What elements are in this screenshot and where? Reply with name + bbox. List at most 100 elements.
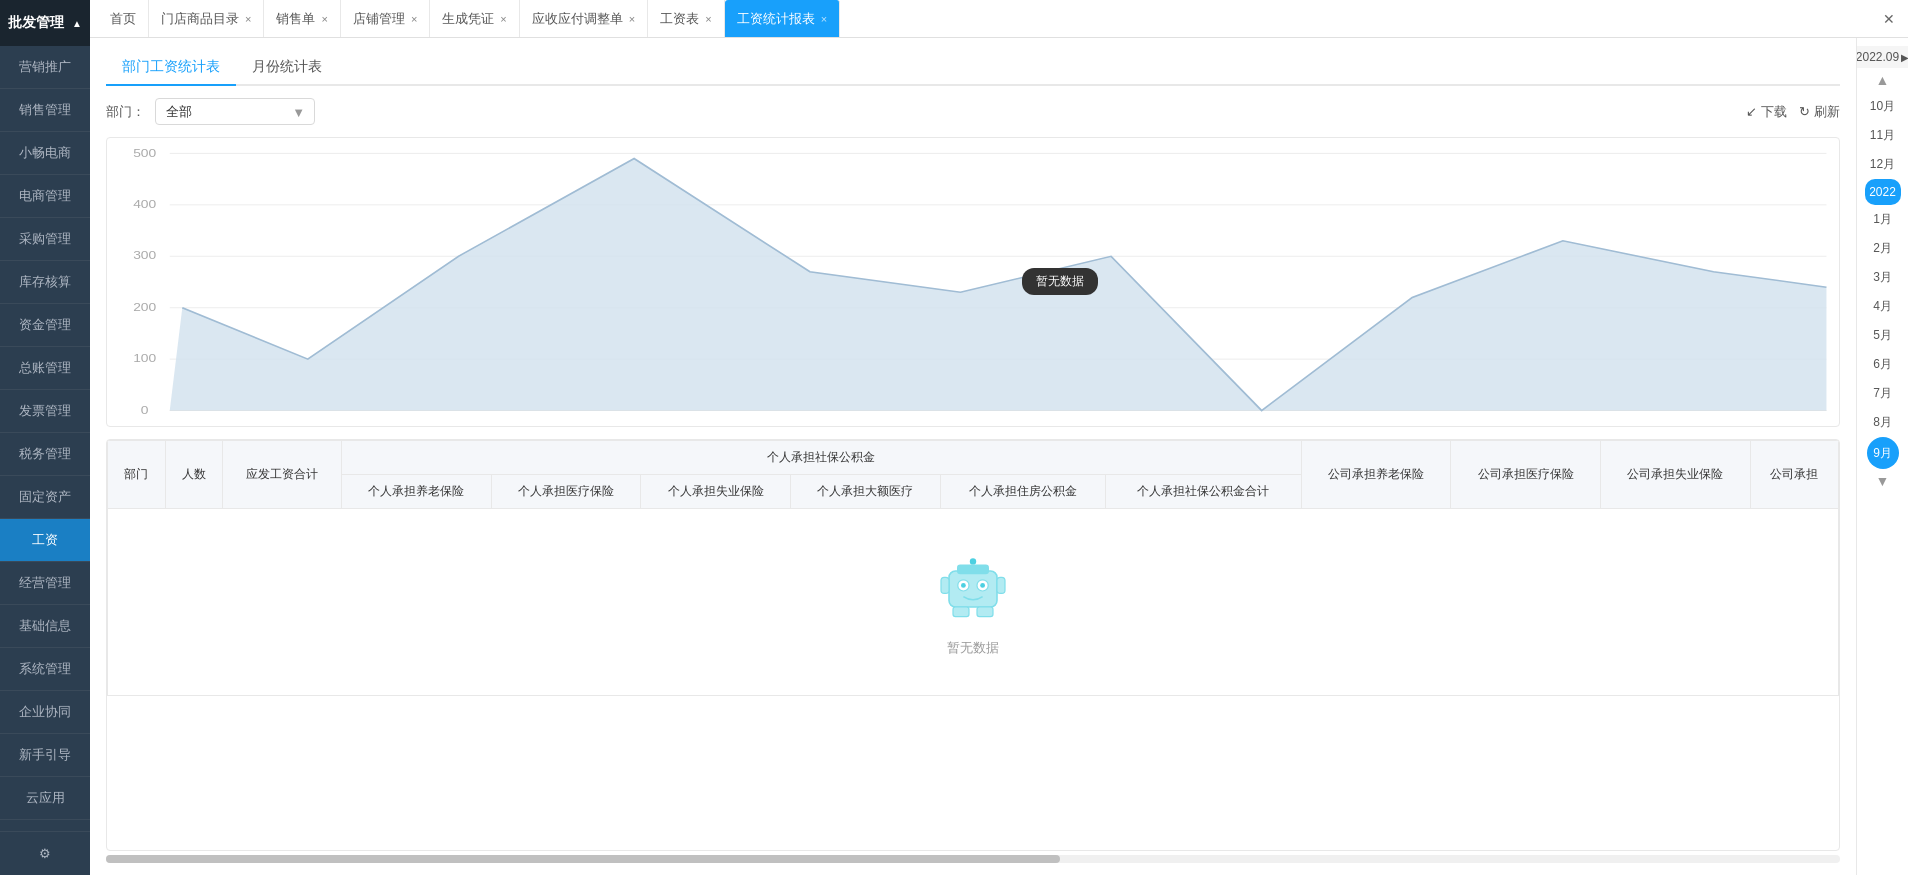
sidebar-item-经营管理[interactable]: 经营管理: [0, 562, 90, 605]
month-5月[interactable]: 5月: [1871, 321, 1894, 350]
refresh-button[interactable]: ↻ 刷新: [1799, 103, 1840, 121]
dept-select-wrapper: 全部 ▼: [155, 98, 315, 125]
chart-svg: 0 100 200 300 400 500: [107, 138, 1839, 426]
sidebar-item-企业协同[interactable]: 企业协同: [0, 691, 90, 734]
col-pension-personal: 个人承担养老保险: [342, 475, 492, 509]
refresh-icon: ↻: [1799, 104, 1810, 119]
active-month[interactable]: 9月: [1867, 437, 1899, 469]
download-button[interactable]: ↙ 下载: [1746, 103, 1787, 121]
tab-应收应付调整单[interactable]: 应收应付调整单×: [520, 0, 648, 38]
date-panel-year[interactable]: 2022.09 ▶: [1857, 46, 1908, 68]
main-area: 首页门店商品目录×销售单×店铺管理×生成凭证×应收应付调整单×工资表×工资统计报…: [90, 0, 1908, 875]
content-area: 部门工资统计表 月份统计表 部门： 全部 ▼ ↙: [90, 38, 1908, 875]
tab-工资统计报表[interactable]: 工资统计报表×: [725, 0, 840, 38]
tab-工资表[interactable]: 工资表 ×: [648, 0, 724, 38]
tab-首页[interactable]: 首页: [98, 0, 149, 38]
svg-text:200: 200: [133, 301, 156, 314]
sidebar-item-系统管理[interactable]: 系统管理: [0, 648, 90, 691]
sidebar-item-税务管理[interactable]: 税务管理: [0, 433, 90, 476]
tab-close-icon[interactable]: ×: [705, 13, 711, 25]
tab-bar: 首页门店商品目录×销售单×店铺管理×生成凭证×应收应付调整单×工资表×工资统计报…: [90, 0, 1908, 38]
svg-rect-22: [977, 607, 993, 617]
sidebar-item-资金管理[interactable]: 资金管理: [0, 304, 90, 347]
sidebar-item-销售管理[interactable]: 销售管理: [0, 89, 90, 132]
svg-text:300: 300: [133, 250, 156, 263]
svg-point-19: [961, 583, 966, 588]
col-company-more: 公司承担: [1750, 441, 1838, 509]
sidebar-item-新手引导[interactable]: 新手引导: [0, 734, 90, 777]
tab-label: 店铺管理: [353, 10, 405, 28]
sub-tab-month[interactable]: 月份统计表: [236, 50, 338, 86]
month-12月[interactable]: 12月: [1868, 150, 1897, 179]
sidebar-item-工资[interactable]: 工资: [0, 519, 90, 562]
sidebar-arrow-icon: ▲: [72, 18, 82, 29]
month-10月[interactable]: 10月: [1868, 92, 1897, 121]
tab-close-icon[interactable]: ×: [245, 13, 251, 25]
sidebar-item-基础信息[interactable]: 基础信息: [0, 605, 90, 648]
month-2月[interactable]: 2月: [1871, 234, 1894, 263]
settings-icon: ⚙: [39, 846, 51, 861]
tab-店铺管理[interactable]: 店铺管理 ×: [341, 0, 430, 38]
svg-rect-12: [949, 571, 997, 607]
sidebar-item-固定资产[interactable]: 固定资产: [0, 476, 90, 519]
tab-close-icon[interactable]: ×: [500, 13, 506, 25]
toolbar: 部门： 全部 ▼ ↙ 下载 ↻ 刷新: [106, 98, 1840, 125]
table-scrollbar[interactable]: [106, 855, 1840, 863]
right-date-panel: 2022.09 ▶ ▲ 10月11月12月 2022 1月2月3月4月5月6月7…: [1856, 38, 1908, 875]
panel-down-arrow[interactable]: ▼: [1872, 469, 1894, 493]
dept-label: 部门：: [106, 103, 145, 121]
sidebar-item-发票管理[interactable]: 发票管理: [0, 390, 90, 433]
chart-area: 0 100 200 300 400 500: [106, 137, 1840, 427]
sidebar-item-云应用[interactable]: 云应用: [0, 777, 90, 820]
tab-close-icon[interactable]: ×: [629, 13, 635, 25]
col-unemployment-personal: 个人承担失业保险: [641, 475, 791, 509]
sidebar-item-库存核算[interactable]: 库存核算: [0, 261, 90, 304]
svg-text:0: 0: [141, 404, 149, 417]
sidebar-footer-settings[interactable]: ⚙: [0, 831, 90, 875]
sidebar-item-总账管理[interactable]: 总账管理: [0, 347, 90, 390]
col-medical-company: 公司承担医疗保险: [1451, 441, 1601, 509]
month-8月[interactable]: 8月: [1871, 408, 1894, 437]
tab-close-icon[interactable]: ×: [411, 13, 417, 25]
month-4月[interactable]: 4月: [1871, 292, 1894, 321]
refresh-label: 刷新: [1814, 103, 1840, 121]
sub-tab-dept[interactable]: 部门工资统计表: [106, 50, 236, 86]
col-group-personal: 个人承担社保公积金: [342, 441, 1301, 475]
month-11月[interactable]: 11月: [1868, 121, 1897, 150]
col-total-personal: 个人承担社保公积金合计: [1105, 475, 1301, 509]
svg-point-20: [980, 583, 985, 588]
toolbar-left: 部门： 全部 ▼: [106, 98, 315, 125]
year-collapse-icon: ▶: [1901, 52, 1908, 63]
month-7月[interactable]: 7月: [1871, 379, 1894, 408]
empty-state-icon: [933, 547, 1013, 627]
tab-生成凭证[interactable]: 生成凭证×: [430, 0, 519, 38]
svg-text:400: 400: [133, 198, 156, 211]
close-all-tabs-button[interactable]: ✕: [1878, 8, 1900, 30]
sidebar-item-营销推广[interactable]: 营销推广: [0, 46, 90, 89]
table-area[interactable]: 部门 人数 应发工资合计 个人承担社保公积金 公司承担养老保险 公司承担医疗保险…: [106, 439, 1840, 851]
tab-close-icon[interactable]: ×: [821, 13, 827, 25]
col-count: 人数: [165, 441, 223, 509]
chart-no-data-tooltip: 暂无数据: [1022, 268, 1098, 295]
col-major-illness: 个人承担大额医疗: [791, 475, 941, 509]
col-housing-personal: 个人承担住房公积金: [940, 475, 1105, 509]
tab-销售单[interactable]: 销售单×: [264, 0, 340, 38]
tab-close-icon[interactable]: ×: [321, 13, 327, 25]
sidebar-header[interactable]: 批发管理 ▲: [0, 0, 90, 46]
sidebar-item-小畅电商[interactable]: 小畅电商: [0, 132, 90, 175]
sidebar-item-采购管理[interactable]: 采购管理: [0, 218, 90, 261]
dept-select[interactable]: 全部: [155, 98, 315, 125]
svg-text:100: 100: [133, 352, 156, 365]
month-1月[interactable]: 1月: [1871, 205, 1894, 234]
col-unemployment-company: 公司承担失业保险: [1600, 441, 1750, 509]
year-badge[interactable]: 2022: [1865, 179, 1901, 205]
month-3月[interactable]: 3月: [1871, 263, 1894, 292]
empty-text: 暂无数据: [947, 639, 999, 657]
month-6月[interactable]: 6月: [1871, 350, 1894, 379]
download-label: 下载: [1761, 103, 1787, 121]
data-table: 部门 人数 应发工资合计 个人承担社保公积金 公司承担养老保险 公司承担医疗保险…: [107, 440, 1839, 696]
tab-门店商品目录[interactable]: 门店商品目录×: [149, 0, 264, 38]
panel-up-arrow[interactable]: ▲: [1872, 68, 1894, 92]
sidebar-item-电商管理[interactable]: 电商管理: [0, 175, 90, 218]
tab-label: 工资表: [660, 10, 699, 28]
